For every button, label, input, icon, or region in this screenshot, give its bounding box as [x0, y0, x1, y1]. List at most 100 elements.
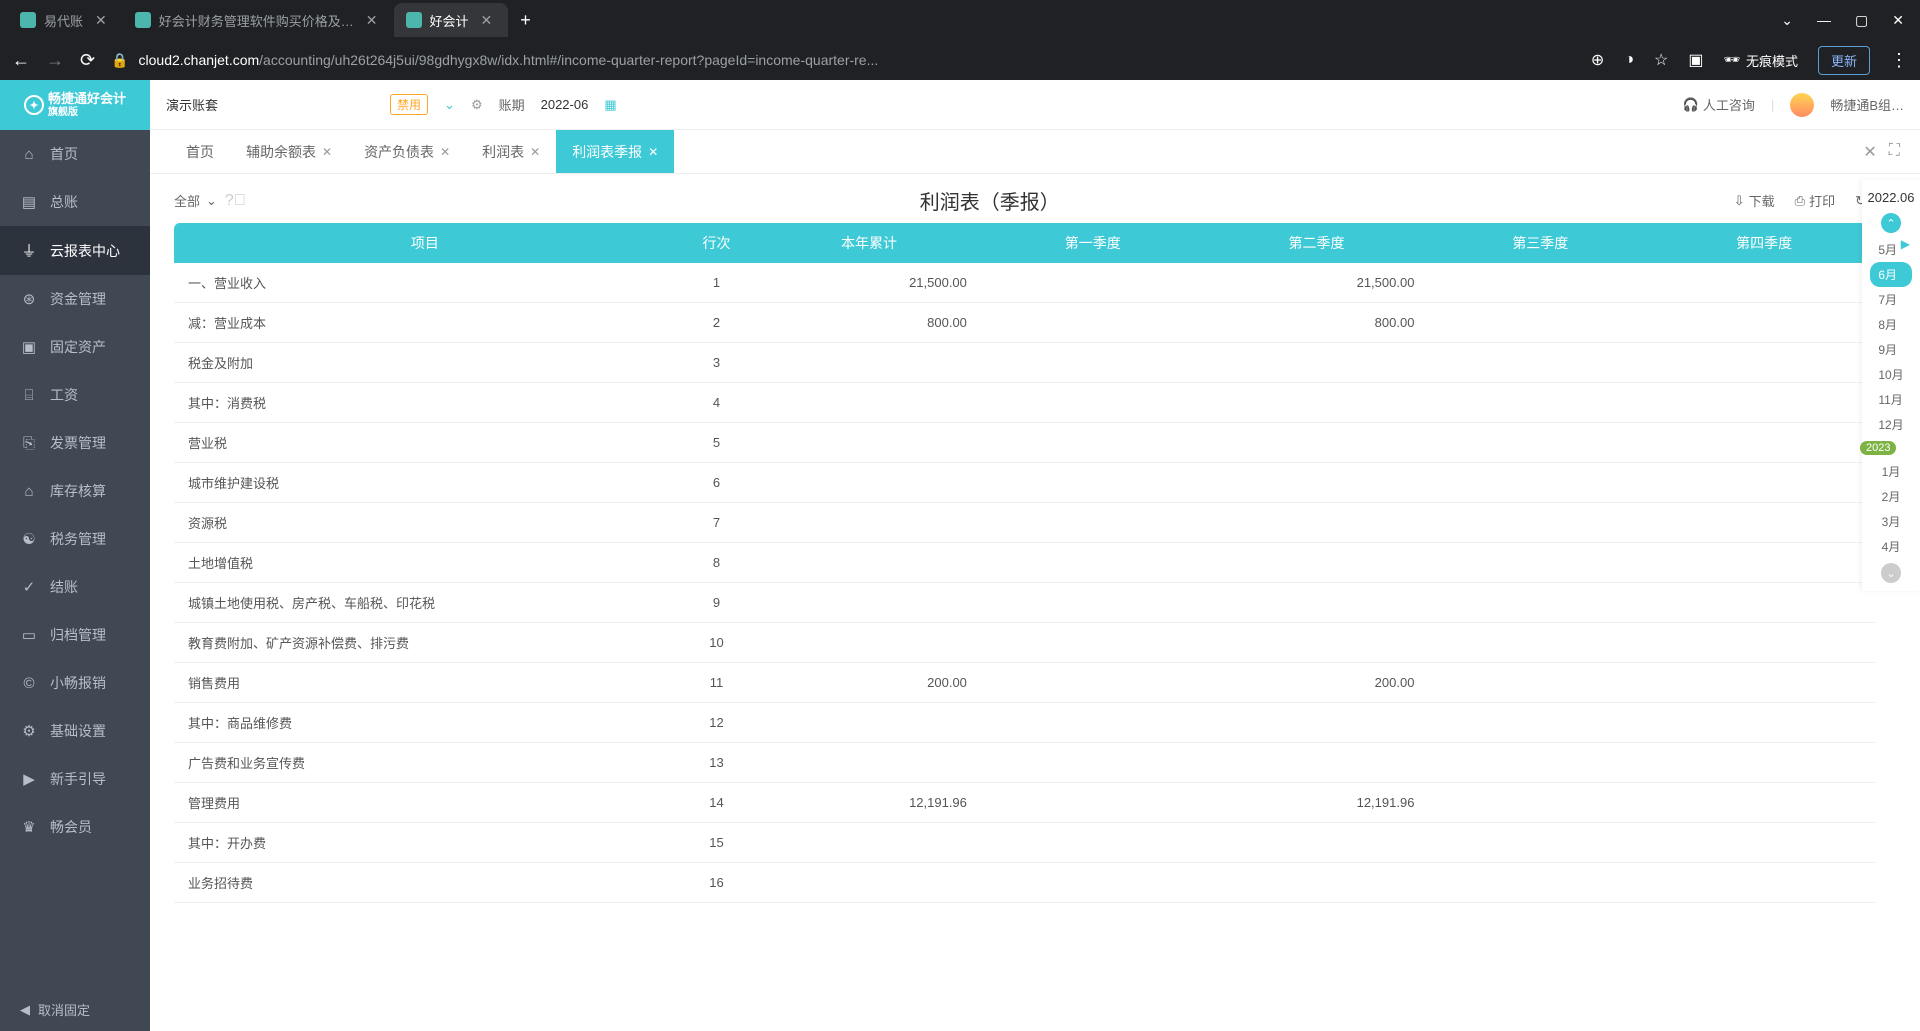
table-row[interactable]: 业务招待费 16	[174, 863, 1876, 903]
cell-q1	[981, 543, 1205, 583]
sidebar-item[interactable]: ⌸工资	[0, 371, 150, 419]
table-row[interactable]: 资源税 7	[174, 503, 1876, 543]
scroll-right-caret[interactable]: ▶	[1899, 235, 1912, 253]
sidebar-item[interactable]: ♛畅会员	[0, 803, 150, 851]
consult-link[interactable]: 🎧 人工咨询	[1683, 95, 1755, 114]
sidebar-item[interactable]: ⌂首页	[0, 130, 150, 178]
page-tab[interactable]: 资产负债表✕	[348, 130, 466, 173]
sidebar-item[interactable]: ⊛资金管理	[0, 275, 150, 323]
rail-up-icon[interactable]: ⌃	[1881, 213, 1901, 233]
table-row[interactable]: 其中：消费税 4	[174, 383, 1876, 423]
zoom-icon[interactable]: ⊕	[1591, 50, 1604, 70]
sidebar-item[interactable]: ⎘发票管理	[0, 419, 150, 467]
tab-favicon	[406, 12, 422, 28]
download-button[interactable]: ⇩下载	[1734, 191, 1775, 210]
update-button[interactable]: 更新	[1818, 46, 1870, 75]
sidebar-item-icon: ♛	[20, 818, 38, 836]
window-controls: ⌄ — ▢ ✕	[1781, 12, 1920, 29]
table-row[interactable]: 一、营业收入 1 21,500.00 21,500.00	[174, 263, 1876, 303]
rail-month[interactable]: 2月	[1874, 484, 1909, 509]
table-row[interactable]: 教育费附加、矿产资源补偿费、排污费 10	[174, 623, 1876, 663]
rail-down-icon[interactable]: ⌄	[1881, 563, 1901, 583]
rail-month[interactable]: 11月	[1870, 387, 1911, 412]
rail-month[interactable]: 10月	[1870, 362, 1911, 387]
period-value[interactable]: 2022-06	[541, 97, 589, 112]
sidebar-item[interactable]: ▶新手引导	[0, 755, 150, 803]
page-tab-close-icon[interactable]: ✕	[322, 145, 332, 159]
table-row[interactable]: 城市维护建设税 6	[174, 463, 1876, 503]
page-tab[interactable]: 辅助余额表✕	[230, 130, 348, 173]
rail-month[interactable]: 1月	[1874, 459, 1909, 484]
rail-month[interactable]: 6月	[1870, 262, 1911, 287]
table-row[interactable]: 广告费和业务宣传费 13	[174, 743, 1876, 783]
calendar-icon[interactable]: ▦	[604, 97, 616, 113]
status-badge[interactable]: 禁用	[390, 94, 428, 115]
sidebar-item-label: 库存核算	[50, 481, 106, 501]
filter-dropdown[interactable]: 全部 ⌄	[174, 191, 217, 210]
cell-ytd: 200.00	[757, 663, 981, 703]
url-bar[interactable]: 🔒 cloud2.chanjet.com/accounting/uh26t264…	[111, 52, 1575, 69]
sidebar-unpin[interactable]: ◀ 取消固定	[0, 988, 150, 1031]
browser-tab[interactable]: 易代账✕	[8, 3, 123, 37]
page-tab-close-icon[interactable]: ✕	[530, 145, 540, 159]
sidebar-item[interactable]: ⚙基础设置	[0, 707, 150, 755]
table-row[interactable]: 城镇土地使用税、房产税、车船税、印花税 9	[174, 583, 1876, 623]
logo[interactable]: ✦ 畅捷通好会计 旗舰版	[0, 80, 150, 130]
close-all-tabs-icon[interactable]: ✕	[1863, 142, 1876, 162]
table-row[interactable]: 其中：开办费 15	[174, 823, 1876, 863]
sidebar-item[interactable]: ▣固定资产	[0, 323, 150, 371]
new-tab-button[interactable]: +	[508, 10, 543, 31]
chevron-down-icon[interactable]: ⌄	[444, 97, 455, 113]
puzzle-icon[interactable]: ▣	[1688, 50, 1703, 70]
table-row[interactable]: 其中：商品维修费 12	[174, 703, 1876, 743]
tab-close-icon[interactable]: ✕	[477, 12, 497, 29]
fullscreen-icon[interactable]: ⛶	[1889, 142, 1900, 162]
table-row[interactable]: 管理费用 14 12,191.96 12,191.96	[174, 783, 1876, 823]
rail-month[interactable]: 9月	[1870, 337, 1911, 362]
back-icon[interactable]: ←	[12, 50, 30, 71]
table-row[interactable]: 减：营业成本 2 800.00 800.00	[174, 303, 1876, 343]
username[interactable]: 畅捷通B组…	[1830, 95, 1904, 114]
sidebar-item[interactable]: ©小畅报销	[0, 659, 150, 707]
chevron-down-icon[interactable]: ⌄	[1781, 12, 1793, 29]
avatar[interactable]	[1790, 93, 1814, 117]
table-row[interactable]: 税金及附加 3	[174, 343, 1876, 383]
bookmark-icon[interactable]: ☆	[1654, 50, 1668, 70]
help-icon[interactable]: ?⃝	[225, 192, 246, 210]
sidebar-item[interactable]: ☯税务管理	[0, 515, 150, 563]
table-row[interactable]: 营业税 5	[174, 423, 1876, 463]
table-row[interactable]: 土地增值税 8	[174, 543, 1876, 583]
page-tab[interactable]: 利润表✕	[466, 130, 556, 173]
close-window-icon[interactable]: ✕	[1892, 12, 1904, 29]
rail-month[interactable]: 3月	[1874, 509, 1909, 534]
sidebar-item[interactable]: ▭归档管理	[0, 611, 150, 659]
sidebar-item[interactable]: ⏚云报表中心	[0, 226, 150, 275]
print-button[interactable]: ⎙打印	[1795, 191, 1835, 210]
page-tab-close-icon[interactable]: ✕	[648, 145, 658, 159]
browser-tab[interactable]: 好会计✕	[394, 3, 509, 37]
sidebar-item[interactable]: ⌂库存核算	[0, 467, 150, 515]
reload-icon[interactable]: ⟳	[80, 50, 95, 71]
rail-month[interactable]: 7月	[1870, 287, 1911, 312]
tab-close-icon[interactable]: ✕	[91, 12, 111, 29]
table-scroll[interactable]: 项目行次本年累计第一季度第二季度第三季度第四季度 一、营业收入 1 21,500…	[174, 223, 1896, 1031]
browser-tab[interactable]: 好会计财务管理软件购买价格及…✕	[123, 3, 394, 37]
forward-icon[interactable]: →	[46, 50, 64, 71]
extension-icon[interactable]: ◑	[1624, 51, 1634, 69]
gear-icon[interactable]: ⚙	[471, 97, 483, 113]
rail-month[interactable]: 12月	[1870, 412, 1911, 437]
kebab-menu-icon[interactable]: ⋮	[1890, 50, 1908, 71]
minimize-icon[interactable]: —	[1817, 12, 1831, 29]
rail-month[interactable]: 8月	[1870, 312, 1911, 337]
page-tab[interactable]: 首页	[170, 130, 230, 173]
tab-close-icon[interactable]: ✕	[362, 12, 382, 29]
account-name[interactable]: 演示账套	[166, 95, 218, 114]
table-row[interactable]: 销售费用 11 200.00 200.00	[174, 663, 1876, 703]
sidebar-item[interactable]: ▤总账	[0, 178, 150, 226]
rail-month[interactable]: 4月	[1874, 534, 1909, 559]
rail-year[interactable]: 2022.06	[1868, 186, 1915, 209]
sidebar-item[interactable]: ✓结账	[0, 563, 150, 611]
maximize-icon[interactable]: ▢	[1855, 12, 1868, 29]
page-tab-close-icon[interactable]: ✕	[440, 145, 450, 159]
page-tab[interactable]: 利润表季报✕	[556, 130, 674, 173]
